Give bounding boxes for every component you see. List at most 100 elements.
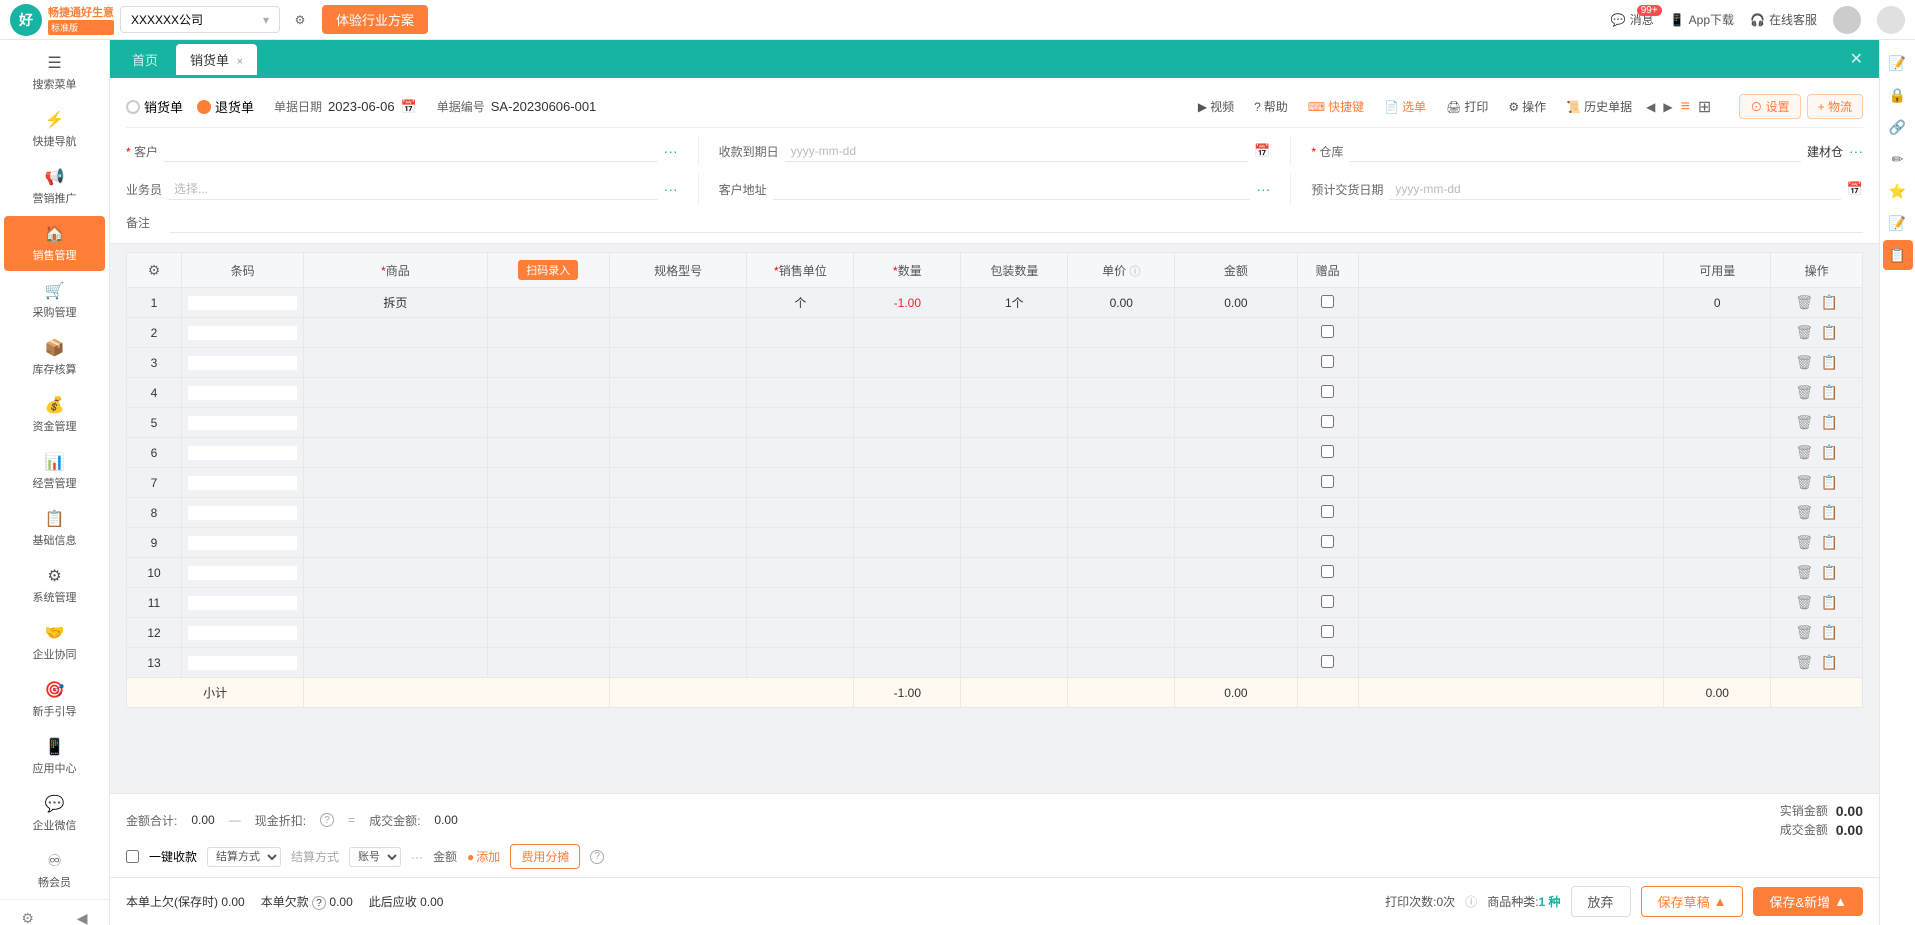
row-qty[interactable] [854, 438, 961, 468]
row-product[interactable] [304, 468, 487, 498]
row-copy-icon[interactable]: 📋 [1820, 504, 1837, 520]
row-price[interactable] [1068, 648, 1175, 678]
right-panel-orange-btn[interactable]: 📋 [1883, 240, 1913, 270]
row-price[interactable] [1068, 618, 1175, 648]
row-qty[interactable] [854, 498, 961, 528]
row-barcode[interactable] [182, 348, 304, 378]
row-amount[interactable] [1175, 378, 1297, 408]
right-panel-lock-btn[interactable]: 🔒 [1883, 80, 1913, 110]
row-delete-icon[interactable]: 🗑 [1795, 444, 1813, 460]
operations-btn[interactable]: ⚙ 操作 [1502, 96, 1552, 117]
sidebar-collapse-btn[interactable]: ◀ [73, 906, 92, 925]
row-copy-icon[interactable]: 📋 [1820, 294, 1837, 310]
payment-due-calendar-icon[interactable]: 📅 [1254, 143, 1270, 159]
date-calendar-icon[interactable]: 📅 [401, 99, 417, 115]
row-gift[interactable] [1297, 348, 1358, 378]
row-copy-icon[interactable]: 📋 [1820, 594, 1837, 610]
row-unit[interactable] [747, 378, 854, 408]
template-btn[interactable]: 📄 选单 [1378, 96, 1432, 117]
grid-view-icon[interactable]: ⊞ [1698, 97, 1711, 117]
row-amount[interactable] [1175, 528, 1297, 558]
row-amount[interactable] [1175, 648, 1297, 678]
row-product[interactable] [304, 648, 487, 678]
row-unit[interactable] [747, 408, 854, 438]
account-select[interactable]: 账号 [349, 847, 401, 867]
row-price[interactable] [1068, 378, 1175, 408]
sidebar-item-apps[interactable]: 📱 应用中心 [4, 729, 105, 784]
row-amount[interactable] [1175, 498, 1297, 528]
trial-button[interactable]: 体验行业方案 [322, 5, 428, 34]
row-qty[interactable] [854, 378, 961, 408]
row-product[interactable] [304, 588, 487, 618]
row-barcode[interactable] [182, 648, 304, 678]
save-new-button[interactable]: 保存&新增 ▲ [1753, 887, 1863, 916]
sidebar-item-marketing[interactable]: 📢 营销推广 [4, 159, 105, 214]
row-amount[interactable] [1175, 468, 1297, 498]
row-amount[interactable] [1175, 408, 1297, 438]
row-product[interactable] [304, 498, 487, 528]
row-amount[interactable] [1175, 348, 1297, 378]
expense-split-btn[interactable]: 费用分摊 [510, 844, 580, 869]
row-product[interactable]: 拆页 [304, 288, 487, 318]
row-qty[interactable] [854, 618, 961, 648]
row-qty[interactable] [854, 348, 961, 378]
row-pack[interactable] [961, 468, 1068, 498]
tab-sales-order[interactable]: 销货单 × [176, 44, 257, 75]
row-delete-icon[interactable]: 🗑 [1795, 474, 1813, 490]
row-price[interactable] [1068, 498, 1175, 528]
row-spec[interactable] [609, 288, 747, 318]
row-price[interactable]: 0.00 [1068, 288, 1175, 318]
row-barcode[interactable] [182, 438, 304, 468]
row-amount[interactable] [1175, 318, 1297, 348]
row-pack[interactable] [961, 378, 1068, 408]
scan-button[interactable]: 扫码录入 [518, 260, 578, 280]
sidebar-item-wechat[interactable]: 💬 企业微信 [4, 786, 105, 841]
row-copy-icon[interactable]: 📋 [1820, 534, 1837, 550]
form-settings-btn[interactable]: ⊙ 设置 [1739, 94, 1800, 119]
sidebar-item-sales[interactable]: 🏠 销售管理 [4, 216, 105, 271]
row-unit[interactable] [747, 648, 854, 678]
video-btn[interactable]: ▶ 视频 [1192, 96, 1240, 117]
row-delete-icon[interactable]: 🗑 [1795, 624, 1813, 640]
row-unit[interactable] [747, 468, 854, 498]
right-panel-edit-btn[interactable]: ✏ [1883, 144, 1913, 174]
sidebar-item-management[interactable]: 📊 经营管理 [4, 444, 105, 499]
row-price[interactable] [1068, 408, 1175, 438]
warehouse-input[interactable] [1349, 141, 1801, 162]
row-price[interactable] [1068, 348, 1175, 378]
row-gift[interactable] [1297, 378, 1358, 408]
row-pack[interactable] [961, 648, 1068, 678]
row-pack[interactable] [961, 528, 1068, 558]
row-unit[interactable] [747, 318, 854, 348]
row-qty[interactable]: -1.00 [854, 288, 961, 318]
online-service-btn[interactable]: 🎧 在线客服 [1750, 11, 1817, 28]
row-spec[interactable] [609, 618, 747, 648]
row-copy-icon[interactable]: 📋 [1820, 444, 1837, 460]
radio-sales[interactable]: 销货单 [126, 97, 183, 116]
row-amount[interactable] [1175, 588, 1297, 618]
row-unit[interactable] [747, 438, 854, 468]
row-barcode[interactable] [182, 468, 304, 498]
sidebar-item-purchase[interactable]: 🛒 采购管理 [4, 273, 105, 328]
row-spec[interactable] [609, 558, 747, 588]
row-pack[interactable] [961, 498, 1068, 528]
row-delete-icon[interactable]: 🗑 [1795, 294, 1813, 310]
nav-next-icon[interactable]: ▶ [1663, 100, 1672, 114]
row-unit[interactable]: 个 [747, 288, 854, 318]
message-btn[interactable]: 💬 消息 99+ [1611, 11, 1654, 28]
cash-discount-help-icon[interactable]: ? [320, 813, 334, 827]
row-spec[interactable] [609, 468, 747, 498]
row-pack[interactable]: 1个 [961, 288, 1068, 318]
row-product[interactable] [304, 438, 487, 468]
row-amount[interactable] [1175, 438, 1297, 468]
row-price[interactable] [1068, 588, 1175, 618]
avatar[interactable] [1833, 6, 1861, 34]
row-delete-icon[interactable]: 🗑 [1795, 354, 1813, 370]
row-barcode[interactable] [182, 318, 304, 348]
row-gift[interactable] [1297, 438, 1358, 468]
row-qty[interactable] [854, 588, 961, 618]
row-delete-icon[interactable]: 🗑 [1795, 414, 1813, 430]
customer-dots-btn[interactable]: ··· [664, 143, 678, 159]
row-pack[interactable] [961, 588, 1068, 618]
print-btn[interactable]: 🖨 打印 [1440, 96, 1494, 117]
